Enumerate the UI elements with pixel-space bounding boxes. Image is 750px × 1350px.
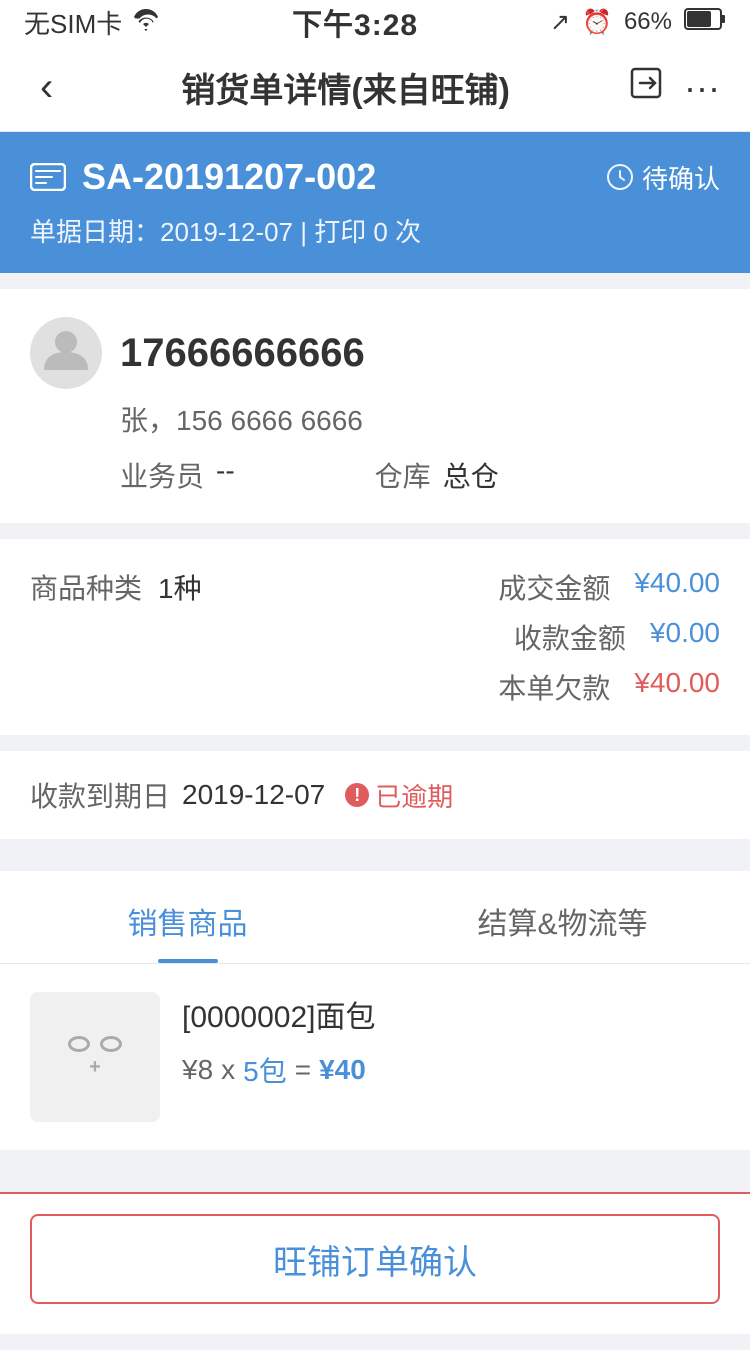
section-divider-1 <box>0 273 750 289</box>
product-price-row: ¥8 x 5包 = ¥40 <box>182 1050 720 1090</box>
customer-phone: 17666666666 <box>120 331 365 376</box>
nav-actions: ··· <box>628 65 720 110</box>
overdue-badge: ! 已逾期 <box>345 777 453 814</box>
avatar-icon <box>40 322 92 385</box>
product-info: [0000002]面包 ¥8 x 5包 = ¥40 <box>182 992 720 1090</box>
product-item: + [0000002]面包 ¥8 x 5包 = ¥40 <box>0 964 750 1150</box>
order-header: SA-20191207-002 待确认 单据日期：2019-12-07 | 打印… <box>0 132 750 273</box>
section-divider-2 <box>0 855 750 871</box>
tabs-bar: 销售商品 结算&物流等 <box>0 871 750 964</box>
transaction-label: 成交金额 <box>498 567 610 607</box>
sales-rep-label: 业务员 <box>120 455 204 495</box>
warehouse-value: 总仓 <box>443 455 499 495</box>
avatar <box>30 317 102 389</box>
more-icon[interactable]: ··· <box>684 67 720 109</box>
carrier-label: 无SIM卡 <box>24 4 122 41</box>
owl-eye-right <box>100 1036 122 1052</box>
customer-name: 张，156 6666 6666 <box>120 399 720 439</box>
summary-left: 商品种类 1种 <box>30 567 202 607</box>
status-bar: 无SIM卡 下午3:28 ↗ ⏰ 66% <box>0 0 750 44</box>
product-qty: 5包 <box>243 1050 287 1090</box>
customer-meta: 业务员 -- 仓库 总仓 <box>120 455 720 495</box>
product-type-value: 1种 <box>158 567 202 607</box>
product-total: ¥40 <box>319 1054 366 1086</box>
nav-bar: ‹ 销货单详情(来自旺铺) ··· <box>0 44 750 132</box>
battery-label: 66% <box>624 8 672 36</box>
location-icon: ↗ <box>550 8 570 37</box>
wifi-icon <box>132 7 160 38</box>
owed-value: ¥40.00 <box>634 667 720 707</box>
bottom-bar: 旺铺订单确认 <box>0 1192 750 1334</box>
status-left: 无SIM卡 <box>24 4 160 41</box>
page-title: 销货单详情(来自旺铺) <box>181 63 510 112</box>
alarm-icon: ⏰ <box>582 8 612 37</box>
due-label: 收款到期日 <box>30 775 170 815</box>
product-unit-price: ¥8 <box>182 1054 213 1086</box>
due-date-section: 收款到期日 2019-12-07 ! 已逾期 <box>0 751 750 839</box>
confirm-order-button[interactable]: 旺铺订单确认 <box>30 1214 720 1304</box>
order-status: 待确认 <box>606 159 720 196</box>
tabs-section: 销售商品 结算&物流等 + [0000002]面包 ¥8 x 5包 = <box>0 871 750 1150</box>
summary-right: 成交金额 ¥40.00 收款金额 ¥0.00 本单欠款 ¥40.00 <box>498 567 720 707</box>
overdue-dot-icon: ! <box>345 783 369 807</box>
order-id: SA-20191207-002 <box>30 156 376 198</box>
overdue-text: 已逾期 <box>375 777 453 814</box>
owed-label: 本单欠款 <box>498 667 610 707</box>
order-meta: 单据日期：2019-12-07 | 打印 0 次 <box>30 212 720 249</box>
product-logo: + <box>68 1036 122 1079</box>
back-button[interactable]: ‹ <box>30 55 63 120</box>
owl-eye-left <box>68 1036 90 1052</box>
received-value: ¥0.00 <box>650 617 720 657</box>
status-time: 下午3:28 <box>292 0 418 44</box>
due-date-value: 2019-12-07 <box>182 779 325 811</box>
sales-rep-value: -- <box>216 455 235 495</box>
battery-icon <box>684 8 726 37</box>
transaction-value: ¥40.00 <box>634 567 720 607</box>
share-icon[interactable] <box>628 65 664 110</box>
owl-plus-icon: + <box>89 1056 101 1079</box>
status-right: ↗ ⏰ 66% <box>550 8 726 37</box>
product-type-label: 商品种类 <box>30 567 142 607</box>
product-thumbnail: + <box>30 992 160 1122</box>
customer-section: 17666666666 张，156 6666 6666 业务员 -- 仓库 总仓 <box>0 289 750 523</box>
tab-sales-products[interactable]: 销售商品 <box>0 871 375 963</box>
received-label: 收款金额 <box>514 617 626 657</box>
product-name: [0000002]面包 <box>182 992 720 1036</box>
tab-settlement-logistics[interactable]: 结算&物流等 <box>375 871 750 963</box>
warehouse-label: 仓库 <box>375 455 431 495</box>
tab-active-indicator <box>158 959 218 963</box>
summary-section: 商品种类 1种 成交金额 ¥40.00 收款金额 ¥0.00 本单欠款 ¥40.… <box>0 539 750 735</box>
